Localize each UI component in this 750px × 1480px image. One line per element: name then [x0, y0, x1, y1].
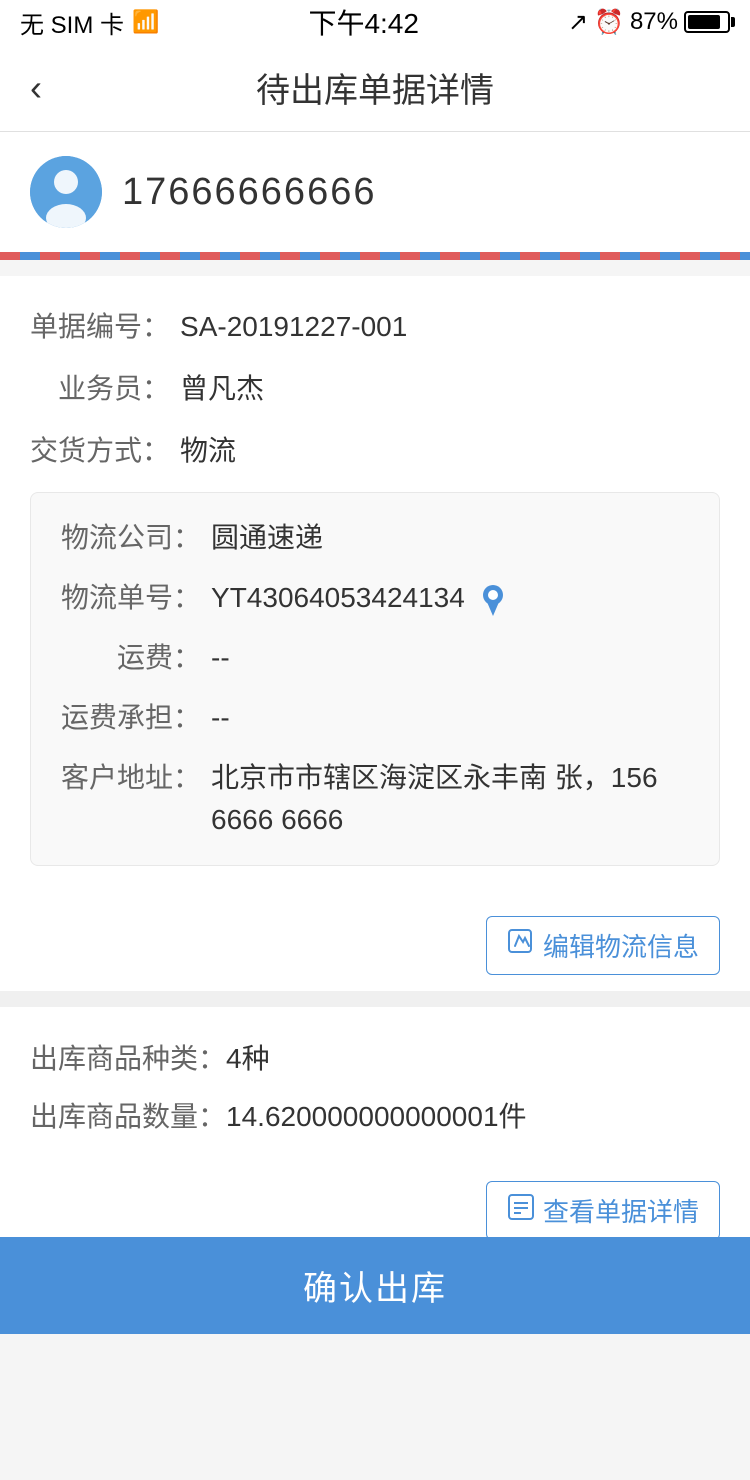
goods-types-row: 出库商品种类： 4种: [30, 1037, 720, 1077]
nav-bar: ‹ 待出库单据详情: [0, 44, 750, 132]
order-no-row: 单据编号： SA-20191227-001: [30, 306, 720, 348]
confirm-outbound-button[interactable]: 确认出库: [303, 1261, 447, 1310]
freight-bearer-label: 运费承担：: [61, 697, 201, 739]
delivery-value: 物流: [180, 430, 720, 472]
order-no-value: SA-20191227-001: [180, 306, 720, 348]
goods-section: 出库商品种类： 4种 出库商品数量： 14.620000000000001件: [0, 1007, 750, 1165]
edit-logistics-container: 编辑物流信息: [0, 896, 750, 991]
address-row: 客户地址： 北京市市辖区海淀区永丰南 张，156 6666 6666: [61, 757, 689, 841]
delivery-label: 交货方式：: [30, 430, 170, 472]
logistics-company-label: 物流公司：: [61, 517, 201, 559]
freight-label: 运费：: [61, 637, 201, 679]
view-details-label: 查看单据详情: [543, 1192, 699, 1229]
logistics-company-value: 圆通速递: [211, 517, 689, 559]
customer-phone: 17666666666: [122, 171, 376, 214]
map-pin-icon[interactable]: [475, 580, 511, 616]
list-icon: [507, 1193, 535, 1228]
salesman-row: 业务员： 曾凡杰: [30, 368, 720, 410]
salesman-label: 业务员：: [30, 368, 170, 410]
freight-bearer-value: --: [211, 697, 689, 739]
tracking-label: 物流单号：: [61, 577, 201, 619]
status-time: 下午4:42: [308, 2, 419, 42]
avatar: [30, 156, 102, 228]
back-button[interactable]: ‹: [30, 67, 42, 109]
address-value: 北京市市辖区海淀区永丰南 张，156 6666 6666: [211, 757, 689, 841]
status-left: 无 SIM 卡 📶: [20, 5, 159, 40]
tracking-row: 物流单号： YT43064053424134: [61, 577, 689, 619]
location-indicator: ↗: [568, 8, 588, 37]
freight-value: --: [211, 637, 689, 679]
status-right: ↗ ⏰ 87%: [568, 8, 730, 37]
status-bar: 无 SIM 卡 📶 下午4:42 ↗ ⏰ 87%: [0, 0, 750, 44]
goods-quantity-label: 出库商品数量：: [30, 1095, 226, 1135]
goods-types-value: 4种: [226, 1037, 720, 1077]
freight-row: 运费： --: [61, 637, 689, 679]
customer-header: 17666666666: [0, 132, 750, 252]
edit-logistics-label: 编辑物流信息: [543, 927, 699, 964]
logistics-card: 物流公司： 圆通速递 物流单号： YT43064053424134 运费： --: [30, 492, 720, 866]
logistics-company-row: 物流公司： 圆通速递: [61, 517, 689, 559]
address-label: 客户地址：: [61, 757, 201, 799]
confirm-btn-container: 确认出库: [0, 1237, 750, 1334]
goods-types-label: 出库商品种类：: [30, 1037, 226, 1077]
battery-icon: [684, 11, 730, 33]
wifi-icon: 📶: [132, 9, 159, 35]
tracking-number: YT43064053424134: [211, 577, 465, 619]
view-details-button[interactable]: 查看单据详情: [486, 1181, 720, 1240]
tracking-value: YT43064053424134: [211, 577, 689, 619]
order-no-label: 单据编号：: [30, 306, 170, 348]
order-info-section: 单据编号： SA-20191227-001 业务员： 曾凡杰 交货方式： 物流 …: [0, 276, 750, 896]
dashed-divider: [0, 252, 750, 260]
salesman-value: 曾凡杰: [180, 368, 720, 410]
goods-quantity-value: 14.620000000000001件: [226, 1095, 720, 1135]
edit-logistics-button[interactable]: 编辑物流信息: [486, 916, 720, 975]
carrier-label: 无 SIM 卡: [20, 5, 124, 40]
edit-icon: [507, 928, 535, 963]
battery-percent: 87%: [630, 8, 678, 36]
section-divider-1: [0, 991, 750, 1007]
delivery-row: 交货方式： 物流: [30, 430, 720, 472]
freight-bearer-row: 运费承担： --: [61, 697, 689, 739]
goods-quantity-row: 出库商品数量： 14.620000000000001件: [30, 1095, 720, 1135]
page-title: 待出库单据详情: [256, 63, 494, 112]
alarm-icon: ⏰: [594, 8, 624, 37]
